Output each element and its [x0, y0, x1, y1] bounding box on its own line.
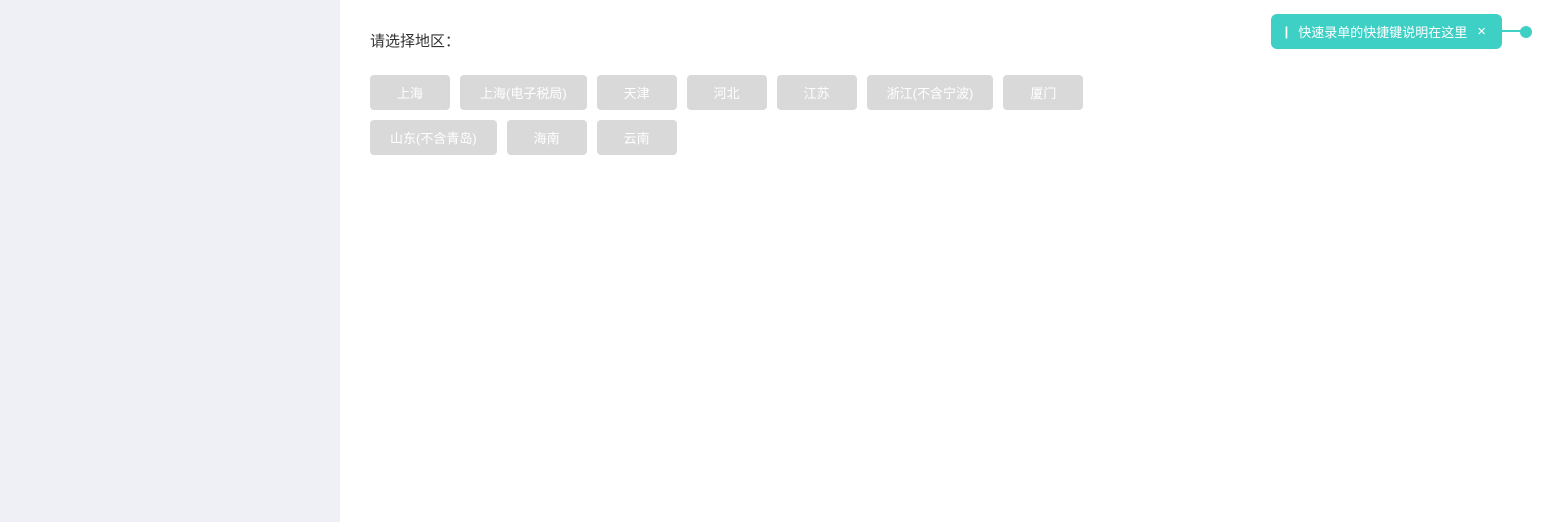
region-btn-shanghai[interactable]: 上海	[370, 75, 450, 110]
tooltip-text: 快速录单的快捷键说明在这里	[1298, 22, 1467, 41]
region-btn-hainan[interactable]: 海南	[507, 120, 587, 155]
region-btn-tianjin[interactable]: 天津	[597, 75, 677, 110]
region-btn-xiamen[interactable]: 厦门	[1003, 75, 1083, 110]
region-btn-yunnan[interactable]: 云南	[597, 120, 677, 155]
region-btn-jiangsu[interactable]: 江苏	[777, 75, 857, 110]
region-btn-shanghai-etax[interactable]: 上海(电子税局)	[460, 75, 587, 110]
region-row-1: 上海上海(电子税局) 天津河北江苏浙江(不含宁波) 厦门	[370, 75, 1532, 110]
tooltip-dot	[1520, 26, 1532, 38]
region-btn-shandong[interactable]: 山东(不含青岛)	[370, 120, 497, 155]
tooltip-line	[1502, 30, 1522, 32]
left-sidebar	[0, 0, 340, 522]
region-btn-hebei[interactable]: 河北	[687, 75, 767, 110]
tooltip-banner: 快速录单的快捷键说明在这里 ×	[1271, 14, 1502, 49]
region-btn-zhejiang[interactable]: 浙江(不含宁波)	[867, 75, 994, 110]
region-row-2: 山东(不含青岛) 海南云南	[370, 120, 1532, 155]
tooltip-close-button[interactable]: ×	[1475, 24, 1488, 39]
main-content: 请选择地区： 上海上海(电子税局)天津河北江苏浙江(不含宁波)厦门 山东(不含青…	[340, 0, 1562, 522]
